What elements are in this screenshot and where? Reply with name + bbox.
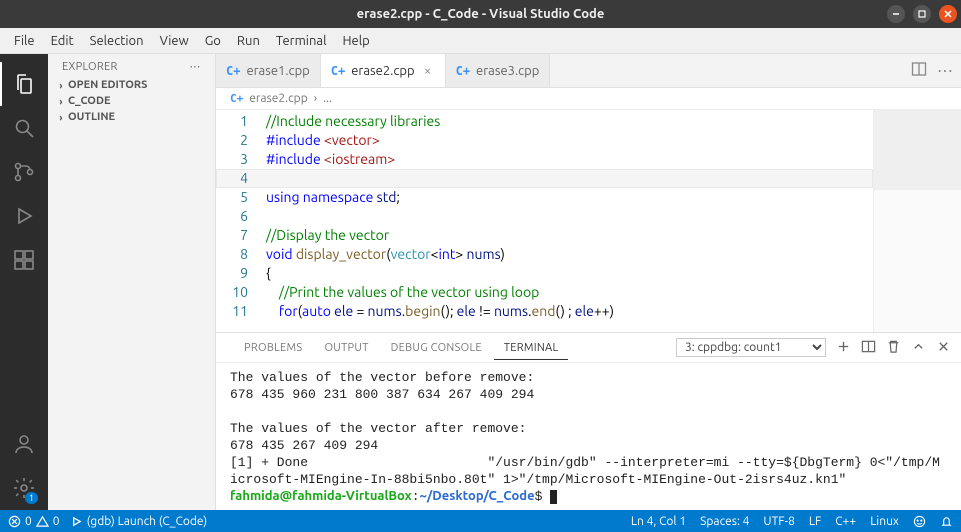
settings-badge: 1 [25,492,38,504]
editor-tabs: C+ erase1.cpp C+ erase2.cpp × C+ erase3.… [216,54,961,88]
menu-edit[interactable]: Edit [43,31,82,51]
code-line[interactable]: 9{ [216,264,873,283]
tab-label: erase1.cpp [246,64,309,78]
editor-area: C+ erase1.cpp C+ erase2.cpp × C+ erase3.… [216,54,961,510]
tab-erase2[interactable]: C+ erase2.cpp × [321,54,446,87]
kill-terminal-icon[interactable] [886,339,901,357]
window-title: erase2.cpp - C_Code - Visual Studio Code [0,7,961,21]
menu-terminal[interactable]: Terminal [268,31,335,51]
status-eol[interactable]: LF [809,515,821,528]
code-line[interactable]: 4 [216,169,873,188]
titlebar: erase2.cpp - C_Code - Visual Studio Code [0,0,961,28]
breadcrumb[interactable]: C+ erase2.cpp › ... [216,88,961,110]
sidebar-title: EXPLORER [62,61,118,73]
sidebar-section-folder[interactable]: ›C_CODE [48,93,215,109]
activity-account-icon[interactable] [0,422,48,466]
window-maximize-button[interactable] [913,5,931,23]
breadcrumb-rest: ... [323,92,332,105]
sidebar-section-outline[interactable]: ›OUTLINE [48,109,215,125]
cpp-file-icon: C+ [230,92,243,105]
cpp-file-icon: C+ [226,64,240,78]
activity-explorer-icon[interactable] [0,62,48,106]
panel-tab-output[interactable]: OUTPUT [314,336,378,359]
code-line[interactable]: 2#include <vector> [216,131,873,150]
activity-search-icon[interactable] [0,106,48,150]
status-problems[interactable]: 0 0 [8,515,60,528]
sidebar-more-icon[interactable]: ⋯ [185,60,205,73]
menu-file[interactable]: File [6,31,43,51]
split-editor-icon[interactable] [911,61,927,81]
code-line[interactable]: 1//Include necessary libraries [216,112,873,131]
tab-label: erase3.cpp [476,64,539,78]
breadcrumb-file: erase2.cpp [249,92,307,105]
activity-run-debug-icon[interactable] [0,194,48,238]
code-line[interactable]: 10 //Print the values of the vector usin… [216,283,873,302]
maximize-panel-icon[interactable] [911,339,926,357]
status-language[interactable]: C++ [835,515,856,528]
terminal-selector[interactable]: 3: cppdbg: count1 [676,338,826,357]
status-feedback-icon[interactable] [913,515,926,528]
tab-erase3[interactable]: C+ erase3.cpp [446,54,551,87]
tab-label: erase2.cpp [351,64,414,78]
window-minimize-button[interactable] [887,5,905,23]
code-line[interactable]: 8void display_vector(vector<int> nums) [216,245,873,264]
code-editor[interactable]: 1//Include necessary libraries2#include … [216,110,873,332]
status-os[interactable]: Linux [870,515,899,528]
panel-tab-debug-console[interactable]: DEBUG CONSOLE [381,336,492,359]
more-actions-icon[interactable]: ⋯ [937,61,953,80]
code-line[interactable]: 6 [216,207,873,226]
menu-go[interactable]: Go [197,31,229,51]
panel-tab-terminal[interactable]: TERMINAL [494,336,569,360]
code-line[interactable]: 3#include <iostream> [216,150,873,169]
statusbar: 0 0 (gdb) Launch (C_Code) Ln 4, Col 1 Sp… [0,510,961,532]
activity-source-control-icon[interactable] [0,150,48,194]
sidebar-explorer: EXPLORER ⋯ ›OPEN EDITORS ›C_CODE ›OUTLIN… [48,54,216,510]
breadcrumb-chevron-icon: › [314,92,317,105]
activity-extensions-icon[interactable] [0,238,48,282]
code-line[interactable]: 7//Display the vector [216,226,873,245]
code-line[interactable]: 5using namespace std; [216,188,873,207]
status-lncol[interactable]: Ln 4, Col 1 [631,515,686,528]
menu-run[interactable]: Run [229,31,268,51]
status-spaces[interactable]: Spaces: 4 [700,515,749,528]
panel-tab-problems[interactable]: PROBLEMS [234,336,312,359]
activity-settings-icon[interactable]: 1 [0,466,48,510]
menu-view[interactable]: View [152,31,197,51]
code-line[interactable]: 11 for(auto ele = nums.begin(); ele != n… [216,302,873,321]
split-terminal-icon[interactable] [861,339,876,357]
tab-erase1[interactable]: C+ erase1.cpp [216,54,321,87]
tab-close-icon[interactable]: × [421,64,435,78]
bottom-panel: PROBLEMS OUTPUT DEBUG CONSOLE TERMINAL 3… [216,332,961,510]
minimap[interactable] [873,110,961,332]
terminal-output[interactable]: The values of the vector before remove: … [216,363,961,510]
status-encoding[interactable]: UTF-8 [763,515,794,528]
window-close-button[interactable] [939,5,957,23]
menubar: File Edit Selection View Go Run Terminal… [0,28,961,54]
activity-bar: 1 [0,54,48,510]
cpp-file-icon: C+ [331,64,345,78]
new-terminal-icon[interactable] [836,339,851,357]
menu-help[interactable]: Help [334,31,377,51]
menu-selection[interactable]: Selection [82,31,152,51]
sidebar-section-open-editors[interactable]: ›OPEN EDITORS [48,77,215,93]
status-notifications-icon[interactable] [940,515,953,528]
cpp-file-icon: C+ [456,64,470,78]
status-launch-config[interactable]: (gdb) Launch (C_Code) [70,515,208,528]
close-panel-icon[interactable] [936,339,951,357]
